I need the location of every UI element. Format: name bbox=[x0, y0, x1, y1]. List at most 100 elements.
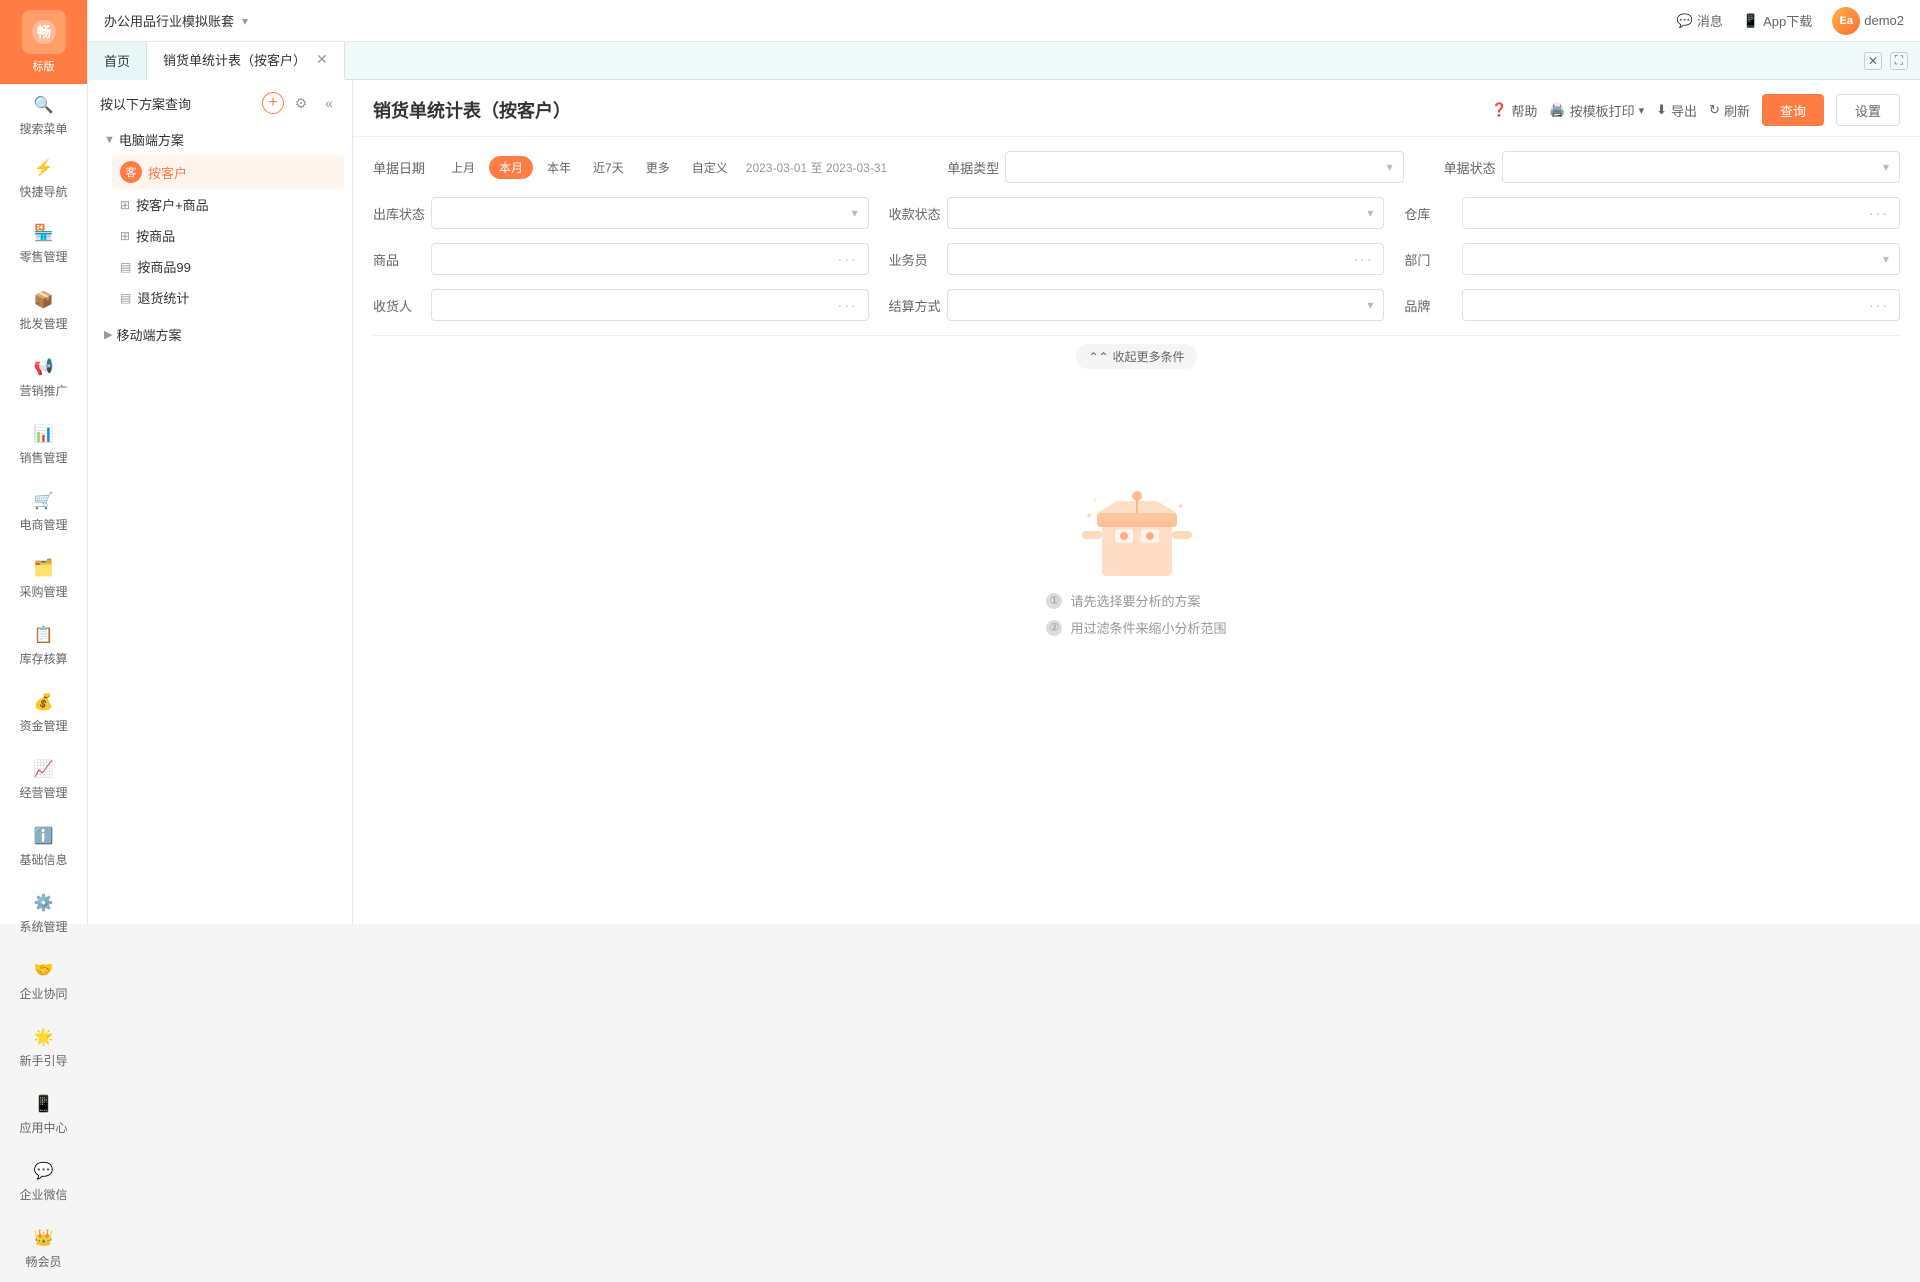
empty-tip-2: ② 用过滤条件来缩小分析范围 bbox=[1046, 618, 1226, 637]
tree-item-by-customer[interactable]: 客 按客户 bbox=[112, 155, 344, 189]
goods-select[interactable]: ··· bbox=[431, 243, 869, 275]
refresh-icon: ↻ bbox=[1709, 102, 1720, 118]
filter-col-order-status: 单据状态 ▾ bbox=[1444, 151, 1900, 183]
tree-desktop-label: 电脑端方案 bbox=[119, 130, 184, 149]
left-panel-actions: + ⚙ « bbox=[262, 92, 340, 114]
warehouse-select[interactable]: ··· bbox=[1462, 197, 1900, 229]
sidebar-item-ecommerce[interactable]: 🛒 电商管理 bbox=[0, 478, 87, 545]
sidebar-item-quicknav[interactable]: ⚡ 快捷导航 bbox=[0, 147, 87, 210]
brand-label: 品牌 bbox=[1404, 296, 1462, 315]
refresh-btn[interactable]: ↻ 刷新 bbox=[1709, 101, 1750, 120]
window-maximize-btn[interactable]: ⛶ bbox=[1890, 52, 1908, 70]
sidebar-item-cooperation[interactable]: 🤝 企业协同 bbox=[0, 947, 87, 1014]
logo-icon: 畅 bbox=[22, 10, 66, 54]
receipt-status-select[interactable]: ▾ bbox=[947, 197, 1385, 229]
sidebar-item-member[interactable]: 👑 畅会员 bbox=[0, 1215, 87, 1282]
empty-illustration: ✦ ✦ ✦ bbox=[1077, 471, 1197, 571]
right-content: 销货单统计表（按客户） ❓ 帮助 🖨️ 按模板打印 ▾ ⬇ 导出 bbox=[353, 80, 1920, 924]
tree-item-by-customer-goods[interactable]: ⊞ 按客户+商品 bbox=[112, 189, 344, 220]
tree-item-return-stat[interactable]: ▤ 退货统计 bbox=[112, 282, 344, 313]
tree-item-by-goods[interactable]: ⊞ 按商品 bbox=[112, 220, 344, 251]
goods-dots: ··· bbox=[838, 251, 858, 267]
sidebar-item-purchase[interactable]: 🗂️ 采购管理 bbox=[0, 545, 87, 612]
collapse-panel-btn[interactable]: « bbox=[318, 92, 340, 114]
sidebar-item-marketing[interactable]: 📢 营销推广 bbox=[0, 344, 87, 411]
help-icon: ❓ bbox=[1491, 102, 1507, 118]
sidebar-item-app[interactable]: 📱 应用中心 bbox=[0, 1081, 87, 1148]
receiver-select[interactable]: ··· bbox=[431, 289, 869, 321]
order-type-chevron: ▾ bbox=[1387, 160, 1393, 174]
settings-scheme-btn[interactable]: ⚙ bbox=[290, 92, 312, 114]
sidebar-item-retail[interactable]: 🏪 零售管理 bbox=[0, 210, 87, 277]
tab-close-btn[interactable]: ✕ bbox=[316, 51, 328, 68]
sidebar: 畅 标版 🔍 搜索菜单 ⚡ 快捷导航 🏪 零售管理 📦 批发管理 📢 营销推广 … bbox=[0, 0, 88, 924]
salesperson-select[interactable]: ··· bbox=[947, 243, 1385, 275]
date-more[interactable]: 更多 bbox=[638, 156, 678, 179]
tree-item-by-customer-label: 按客户 bbox=[148, 163, 187, 182]
sidebar-item-newbie[interactable]: 🌟 新手引导 bbox=[0, 1014, 87, 1081]
tree-item-by-goods-99[interactable]: ▤ 按商品99 bbox=[112, 251, 344, 282]
message-btn[interactable]: 💬 消息 bbox=[1677, 11, 1723, 30]
tip-num-2: ② bbox=[1046, 620, 1062, 636]
collapse-filter-btn[interactable]: ⌃⌃ 收起更多条件 bbox=[1076, 344, 1196, 369]
date-last-month[interactable]: 上月 bbox=[443, 156, 483, 179]
date-this-year[interactable]: 本年 bbox=[539, 156, 579, 179]
sidebar-item-search[interactable]: 🔍 搜索菜单 bbox=[0, 84, 87, 147]
sidebar-item-finance[interactable]: 💰 资金管理 bbox=[0, 679, 87, 746]
user-profile-btn[interactable]: Ea demo2 bbox=[1832, 7, 1904, 35]
tree-item-by-customer-icon: 客 bbox=[120, 161, 142, 183]
date-custom[interactable]: 自定义 bbox=[684, 156, 736, 179]
sidebar-item-stock[interactable]: 📋 库存核算 bbox=[0, 612, 87, 679]
svg-text:✦: ✦ bbox=[1177, 502, 1184, 511]
help-btn[interactable]: ❓ 帮助 bbox=[1491, 101, 1537, 120]
order-type-select[interactable]: ▾ bbox=[1005, 151, 1403, 183]
wechat-icon: 💬 bbox=[33, 1160, 55, 1182]
app-download-btn[interactable]: 📱 App下载 bbox=[1743, 11, 1812, 30]
receipt-status-chevron: ▾ bbox=[1367, 206, 1373, 220]
brand-select[interactable]: ··· bbox=[1462, 289, 1900, 321]
logo-subtext: 标版 bbox=[33, 58, 55, 74]
add-scheme-btn[interactable]: + bbox=[262, 92, 284, 114]
topbar: 办公用品行业模拟账套 ▾ 💬 消息 📱 App下载 Ea demo2 bbox=[88, 0, 1920, 42]
stock-icon: 📋 bbox=[33, 624, 55, 646]
tree-desktop-children: 客 按客户 ⊞ 按客户+商品 ⊞ 按商品 ▤ 按商品99 ▤ 退货统计 bbox=[96, 155, 344, 313]
sidebar-item-system[interactable]: ⚙️ 系统管理 bbox=[0, 880, 87, 947]
operation-icon: 📈 bbox=[33, 758, 55, 780]
tree-item-by-customer-goods-label: 按客户+商品 bbox=[136, 195, 209, 214]
sidebar-item-sales[interactable]: 📊 销售管理 bbox=[0, 411, 87, 478]
sidebar-logo[interactable]: 畅 标版 bbox=[0, 0, 87, 84]
sidebar-item-basic[interactable]: ℹ️ 基础信息 bbox=[0, 813, 87, 880]
settlement-select[interactable]: ▾ bbox=[947, 289, 1385, 321]
tab-home[interactable]: 首页 bbox=[88, 42, 147, 80]
order-status-select[interactable]: ▾ bbox=[1502, 151, 1900, 183]
main-area: 办公用品行业模拟账套 ▾ 💬 消息 📱 App下载 Ea demo2 首页 bbox=[88, 0, 1920, 924]
page-title: 销货单统计表（按客户） bbox=[373, 97, 571, 123]
bar-icon-2: ▤ bbox=[120, 291, 131, 305]
date-last-7[interactable]: 近7天 bbox=[585, 156, 632, 179]
tab-sales-stat[interactable]: 销货单统计表（按客户） ✕ bbox=[147, 42, 345, 80]
tree-mobile-parent[interactable]: ▶ 移动端方案 bbox=[96, 319, 344, 350]
print-dropdown-icon[interactable]: ▾ bbox=[1639, 104, 1645, 117]
sidebar-item-wechat[interactable]: 💬 企业微信 bbox=[0, 1148, 87, 1215]
out-status-select[interactable]: ▾ bbox=[431, 197, 869, 229]
filter-col-receiver: 收货人 ··· bbox=[373, 289, 869, 321]
dept-label: 部门 bbox=[1404, 250, 1462, 269]
sidebar-item-wholesale[interactable]: 📦 批发管理 bbox=[0, 277, 87, 344]
newbie-icon: 🌟 bbox=[33, 1026, 55, 1048]
purchase-icon: 🗂️ bbox=[33, 557, 55, 579]
download-icon: 📱 bbox=[1743, 13, 1759, 29]
industry-dropdown-icon[interactable]: ▾ bbox=[242, 14, 248, 28]
print-btn[interactable]: 🖨️ 按模板打印 ▾ bbox=[1549, 101, 1644, 120]
query-button[interactable]: 查询 bbox=[1762, 94, 1824, 126]
export-btn[interactable]: ⬇ 导出 bbox=[1656, 101, 1697, 120]
tree-desktop-parent[interactable]: ▼ 电脑端方案 bbox=[96, 124, 344, 155]
window-close-btn[interactable]: ✕ bbox=[1864, 52, 1882, 70]
filter-row-4: 收货人 ··· 结算方式 ▾ 品牌 bbox=[373, 289, 1900, 321]
settings-button[interactable]: 设置 bbox=[1836, 94, 1900, 126]
dept-select[interactable]: ▾ bbox=[1462, 243, 1900, 275]
collapse-icon: ⌃⌃ bbox=[1088, 350, 1108, 364]
date-this-month[interactable]: 本月 bbox=[489, 156, 533, 179]
sidebar-item-operation[interactable]: 📈 经营管理 bbox=[0, 746, 87, 813]
order-type-label: 单据类型 bbox=[947, 158, 1005, 177]
filter-col-salesperson: 业务员 ··· bbox=[889, 243, 1385, 275]
